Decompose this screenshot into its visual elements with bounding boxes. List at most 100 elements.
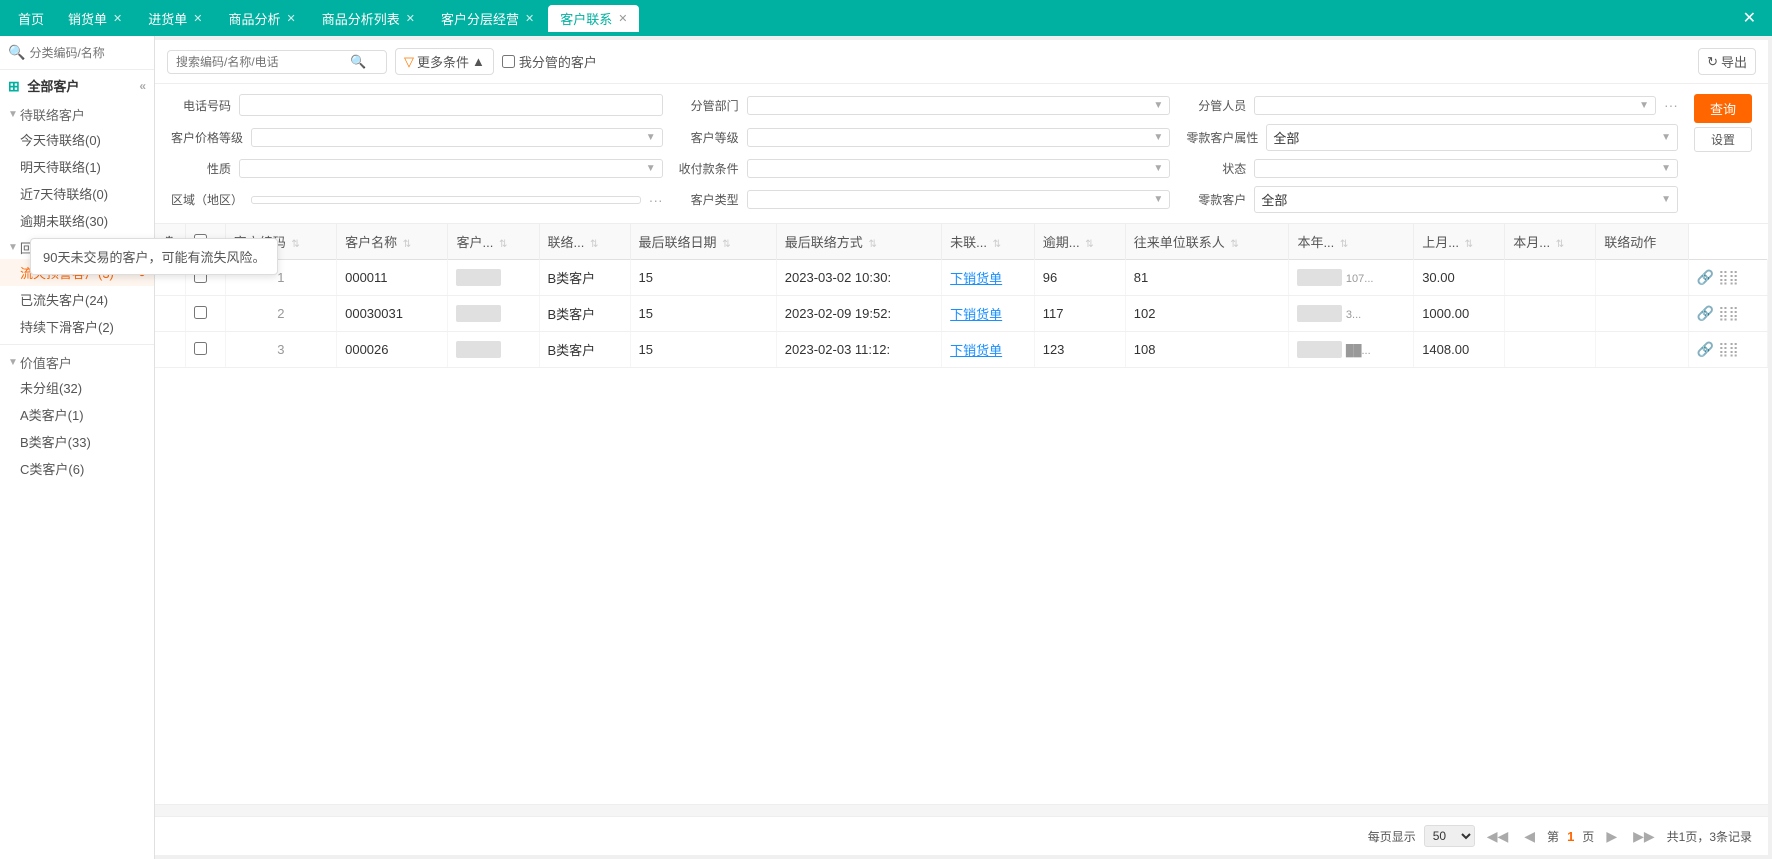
my-customers-checkbox[interactable]: [502, 55, 515, 68]
sort-last-date-icon[interactable]: ⇅: [722, 239, 730, 250]
nav-tab-sales[interactable]: 销货单 ✕: [56, 5, 134, 32]
filter-input-phone[interactable]: [239, 94, 663, 116]
sidebar-item-today-contact[interactable]: 今天待联络(0): [0, 126, 154, 153]
filter-label-dept: 分管部门: [679, 97, 739, 114]
sort-no-contact-icon[interactable]: ⇅: [993, 239, 1001, 250]
row-type: B类客户: [539, 332, 630, 368]
search-icon[interactable]: 🔍: [350, 54, 366, 70]
sort-last-month-icon[interactable]: ⇅: [1465, 239, 1473, 250]
row-last-method[interactable]: 下销货单: [942, 260, 1035, 296]
nav-tab-customer-contact[interactable]: 客户联系 ✕: [548, 5, 639, 32]
sort-type-icon[interactable]: ⇅: [499, 239, 507, 250]
filter-select-customer-level[interactable]: ▼: [747, 128, 1171, 147]
filter-select-manager[interactable]: ▼: [1254, 96, 1656, 115]
manager-arrow-icon: ▼: [1639, 100, 1649, 111]
window-close-button[interactable]: ✕: [1735, 4, 1764, 32]
sidebar-item-tomorrow-contact[interactable]: 明天待联络(1): [0, 153, 154, 180]
sidebar-group-value[interactable]: ▼ 价值客户: [0, 349, 154, 374]
row-last-method[interactable]: 下销货单: [942, 296, 1035, 332]
close-customer-contact-tab[interactable]: ✕: [618, 12, 627, 25]
search-input[interactable]: [176, 55, 346, 69]
settings-button[interactable]: 设置: [1694, 127, 1752, 152]
nav-tab-product-list[interactable]: 商品分析列表 ✕: [310, 5, 427, 32]
close-product-analysis-tab[interactable]: ✕: [287, 12, 296, 25]
all-customers-header[interactable]: ⊞ 全部客户 «: [0, 70, 154, 101]
row-overdue: 108: [1125, 332, 1289, 368]
row-select-checkbox[interactable]: [194, 342, 207, 355]
close-sales-tab[interactable]: ✕: [113, 12, 122, 25]
sort-code-icon[interactable]: ⇅: [291, 239, 299, 250]
table-row: 2 00030031 ████ B类客户 15 2023-02-09 19:52…: [155, 296, 1768, 332]
nav-tab-customer-layer[interactable]: 客户分层经营 ✕: [429, 5, 546, 32]
sort-contact-icon[interactable]: ⇅: [590, 239, 598, 250]
close-purchase-tab[interactable]: ✕: [193, 12, 202, 25]
filter-more-region[interactable]: ···: [649, 192, 663, 208]
sidebar-item-class-a[interactable]: A类客户(1): [0, 401, 154, 428]
sort-this-year-icon[interactable]: ⇅: [1340, 239, 1348, 250]
filter-select-retail-customer[interactable]: 全部 ▼: [1254, 186, 1678, 213]
retail-customer-arrow-icon: ▼: [1661, 194, 1671, 205]
sort-last-method-icon[interactable]: ⇅: [868, 239, 876, 250]
filter-more-manager[interactable]: ···: [1664, 97, 1678, 113]
prev-page-button[interactable]: ◀: [1520, 826, 1539, 847]
close-customer-layer-tab[interactable]: ✕: [525, 12, 534, 25]
arrow-pending: ▼: [8, 109, 18, 120]
filter-label-status: 状态: [1186, 160, 1246, 177]
first-page-button[interactable]: ◀◀: [1483, 826, 1513, 847]
filter-select-status[interactable]: ▼: [1254, 159, 1678, 178]
action-link-icon[interactable]: 🔗: [1697, 269, 1714, 286]
close-product-list-tab[interactable]: ✕: [406, 12, 415, 25]
action-more-icon[interactable]: ⣿⣿: [1718, 269, 1739, 286]
action-link-icon[interactable]: 🔗: [1697, 341, 1714, 358]
filter-select-payment[interactable]: ▼: [747, 159, 1171, 178]
filter-select-retail-attr[interactable]: 全部 ▼: [1266, 124, 1678, 151]
row-action: 🔗 ⣿⣿: [1688, 260, 1767, 296]
action-more-icon[interactable]: ⣿⣿: [1718, 341, 1739, 358]
my-customers-checkbox-label[interactable]: 我分管的客户: [502, 52, 597, 71]
filter-select-price-level[interactable]: ▼: [251, 128, 663, 147]
sort-contact-person-icon[interactable]: ⇅: [1230, 239, 1238, 250]
horizontal-scrollbar[interactable]: [155, 804, 1768, 816]
filter-select-customer-type[interactable]: ▼: [747, 190, 1171, 209]
sidebar-item-class-c[interactable]: C类客户(6): [0, 455, 154, 482]
grid-icon: ⊞: [8, 78, 20, 94]
filter-label-phone: 电话号码: [171, 97, 231, 114]
filter-row-1: 电话号码 分管部门 ▼ 分管人员: [171, 94, 1678, 116]
row-last-date: 2023-02-03 11:12:: [776, 332, 941, 368]
sidebar-item-overdue-contact[interactable]: 逾期未联络(30): [0, 207, 154, 234]
next-page-button[interactable]: ▶: [1602, 826, 1621, 847]
query-button[interactable]: 查询: [1694, 94, 1752, 123]
row-last-method[interactable]: 下销货单: [942, 332, 1035, 368]
collapse-sidebar-icon[interactable]: «: [139, 79, 146, 93]
row-select-checkbox[interactable]: [194, 306, 207, 319]
filter-select-nature[interactable]: ▼: [239, 159, 663, 178]
sidebar-item-class-b[interactable]: B类客户(33): [0, 428, 154, 455]
filter-select-region[interactable]: [251, 196, 641, 204]
nav-home[interactable]: 首页: [8, 5, 54, 32]
row-last-date: 2023-03-02 10:30:: [776, 260, 941, 296]
sort-overdue-icon[interactable]: ⇅: [1085, 239, 1093, 250]
sidebar-item-7days-contact[interactable]: 近7天待联络(0): [0, 180, 154, 207]
sidebar-item-unclassified[interactable]: 未分组(32): [0, 374, 154, 401]
per-page-select[interactable]: 50 100 200: [1424, 825, 1475, 847]
sidebar-item-declining[interactable]: 持续下滑客户(2): [0, 313, 154, 340]
row-no-contact: 96: [1034, 260, 1125, 296]
row-this-month: [1596, 332, 1689, 368]
nav-tab-product-analysis[interactable]: 商品分析 ✕: [216, 5, 307, 32]
last-page-button[interactable]: ▶▶: [1629, 826, 1659, 847]
filter-select-dept[interactable]: ▼: [747, 96, 1171, 115]
sort-name-icon[interactable]: ⇅: [403, 239, 411, 250]
export-button[interactable]: ↻ 导出: [1698, 48, 1756, 75]
sidebar-item-already-churned[interactable]: 已流失客户(24): [0, 286, 154, 313]
sort-this-month-icon[interactable]: ⇅: [1556, 239, 1564, 250]
nav-tab-purchase[interactable]: 进货单 ✕: [136, 5, 214, 32]
row-no: 3: [225, 332, 336, 368]
filter-button[interactable]: ▽ 更多条件 ▲: [395, 48, 494, 75]
row-contact: 15: [630, 296, 776, 332]
action-more-icon[interactable]: ⣿⣿: [1718, 305, 1739, 322]
sidebar-search-input[interactable]: [29, 46, 155, 60]
sidebar-group-pending[interactable]: ▼ 待联络客户: [0, 101, 154, 126]
sidebar-divider-1: [0, 344, 154, 345]
row-checkbox: [185, 296, 225, 332]
action-link-icon[interactable]: 🔗: [1697, 305, 1714, 322]
